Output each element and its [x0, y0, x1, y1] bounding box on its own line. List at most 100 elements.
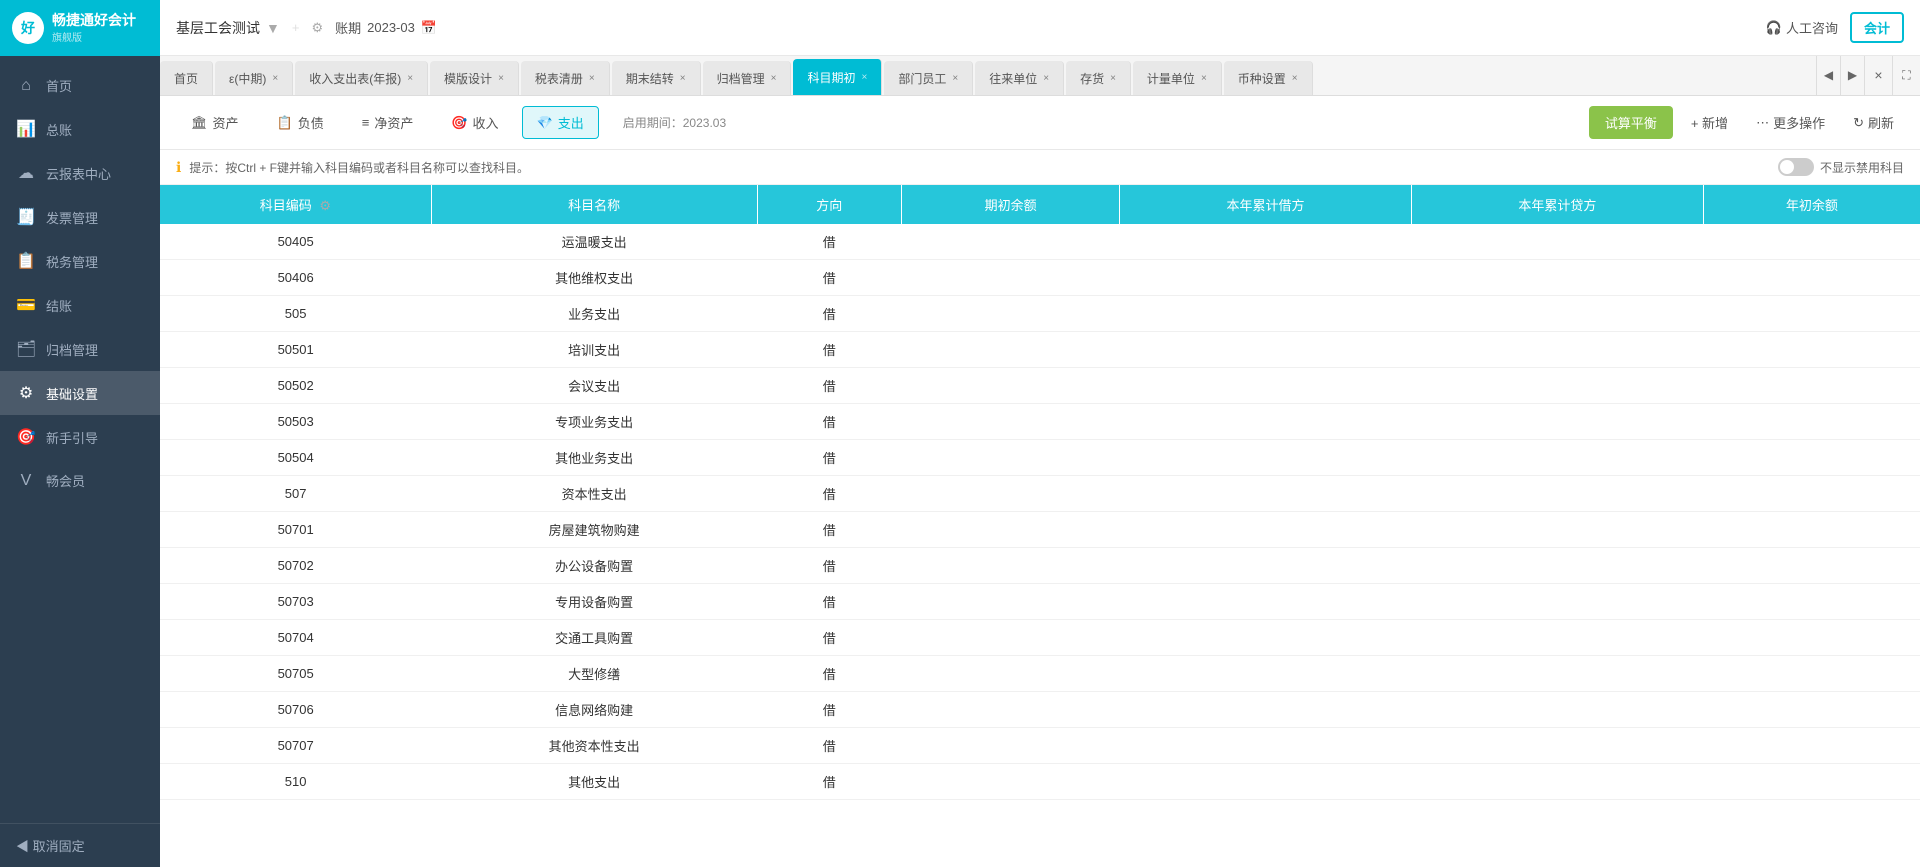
cell-name-2: 业务支出	[431, 296, 757, 332]
sidebar-item-6[interactable]: 🗂归档管理	[0, 327, 160, 371]
subtab-income[interactable]: 🎯 收入	[436, 106, 513, 139]
tab-inventory-close[interactable]: ×	[1110, 73, 1116, 84]
table-row[interactable]: 50503 专项业务支出 借	[160, 404, 1920, 440]
tab-midterm[interactable]: ε(中期) ×	[215, 61, 293, 95]
tab-home[interactable]: 首页	[160, 61, 213, 95]
tab-template-close[interactable]: ×	[498, 73, 504, 84]
tab-close-all[interactable]: ×	[1864, 56, 1892, 95]
table-row[interactable]: 50707 其他资本性支出 借	[160, 728, 1920, 764]
logo-area: 好 畅捷通好会计 旗舰版	[0, 0, 160, 56]
tab-subject-init[interactable]: 科目期初 ×	[793, 59, 882, 95]
cell-direction-7: 借	[757, 476, 901, 512]
sidebar-item-label-2: 云报表中心	[46, 164, 111, 183]
sidebar-item-8[interactable]: 🎯新手引导	[0, 415, 160, 459]
cell-year-balance-2	[1703, 296, 1920, 332]
table-row[interactable]: 50406 其他维权支出 借	[160, 260, 1920, 296]
col-code-gear-icon[interactable]: ⚙	[319, 198, 331, 213]
cell-period-balance-3	[902, 332, 1120, 368]
refresh-button[interactable]: ↻ 刷新	[1843, 107, 1904, 138]
tab-inventory[interactable]: 存货 ×	[1066, 61, 1131, 95]
table-row[interactable]: 50703 专用设备购置 借	[160, 584, 1920, 620]
tab-contacts[interactable]: 往来单位 ×	[975, 61, 1064, 95]
tab-contacts-close[interactable]: ×	[1043, 73, 1049, 84]
subtab-expense[interactable]: 💎 支出	[522, 106, 599, 139]
sidebar-item-label-1: 总账	[46, 120, 72, 139]
table-row[interactable]: 50701 房屋建筑物购建 借	[160, 512, 1920, 548]
cell-code-15: 510	[160, 764, 431, 800]
cell-period-balance-5	[902, 404, 1120, 440]
cell-ytd-debit-9	[1120, 548, 1412, 584]
col-code: 科目编码 ⚙	[160, 185, 431, 224]
table-row[interactable]: 507 资本性支出 借	[160, 476, 1920, 512]
tab-unit[interactable]: 计量单位 ×	[1133, 61, 1222, 95]
tab-dept-close[interactable]: ×	[952, 73, 958, 84]
table-row[interactable]: 50501 培训支出 借	[160, 332, 1920, 368]
cell-code-0: 50405	[160, 224, 431, 260]
cell-ytd-debit-4	[1120, 368, 1412, 404]
table-row[interactable]: 50702 办公设备购置 借	[160, 548, 1920, 584]
tab-taxform[interactable]: 税表清册 ×	[521, 61, 610, 95]
tab-currency-close[interactable]: ×	[1292, 73, 1298, 84]
cell-year-balance-0	[1703, 224, 1920, 260]
tab-dept[interactable]: 部门员工 ×	[884, 61, 973, 95]
sidebar-item-2[interactable]: ☁云报表中心	[0, 151, 160, 195]
subtab-assets[interactable]: 🏛 资产	[176, 106, 254, 139]
period-label: 账期	[335, 18, 361, 37]
tab-unit-close[interactable]: ×	[1201, 73, 1207, 84]
subtab-liabilities[interactable]: 📋 负债	[262, 106, 339, 139]
sidebar-footer[interactable]: ◀ 取消固定	[0, 823, 160, 867]
tab-currency[interactable]: 币种设置 ×	[1224, 61, 1313, 95]
calendar-icon[interactable]: 📅	[421, 20, 437, 36]
user-role-button[interactable]: 会计	[1850, 12, 1904, 43]
sidebar-item-4[interactable]: 📋税务管理	[0, 239, 160, 283]
table-row[interactable]: 50405 运温暖支出 借	[160, 224, 1920, 260]
tab-annual-close[interactable]: ×	[407, 73, 413, 84]
sidebar-item-3[interactable]: 🧾发票管理	[0, 195, 160, 239]
topbar-actions: 🎧 人工咨询 会计	[1766, 12, 1904, 43]
cell-code-1: 50406	[160, 260, 431, 296]
balance-button[interactable]: 试算平衡	[1589, 106, 1673, 139]
tab-archive[interactable]: 归档管理 ×	[703, 61, 792, 95]
tab-expand[interactable]: ⛶	[1892, 56, 1920, 95]
period-display: 启用期间：2023.03	[623, 114, 726, 131]
toggle-control[interactable]	[1778, 158, 1814, 176]
sidebar-item-0[interactable]: ⌂首页	[0, 64, 160, 107]
cell-year-balance-13	[1703, 692, 1920, 728]
add-button[interactable]: + 新增	[1681, 107, 1738, 138]
tab-taxform-close[interactable]: ×	[589, 73, 595, 84]
table-row[interactable]: 505 业务支出 借	[160, 296, 1920, 332]
tab-prev-arrow[interactable]: ◀	[1816, 56, 1840, 95]
table-row[interactable]: 510 其他支出 借	[160, 764, 1920, 800]
sidebar-footer-label: ◀ 取消固定	[16, 836, 85, 855]
help-button[interactable]: 🎧 人工咨询	[1766, 18, 1838, 37]
sidebar-item-5[interactable]: 💳结账	[0, 283, 160, 327]
tab-archive-close[interactable]: ×	[771, 73, 777, 84]
table-row[interactable]: 50705 大型修缮 借	[160, 656, 1920, 692]
cell-code-7: 507	[160, 476, 431, 512]
cell-name-12: 大型修缮	[431, 656, 757, 692]
sidebar-item-9[interactable]: V畅会员	[0, 459, 160, 502]
table-row[interactable]: 50504 其他业务支出 借	[160, 440, 1920, 476]
company-selector[interactable]: 基层工会测试 ▼	[176, 18, 280, 38]
toggle-disabled-switch[interactable]: 不显示禁用科目	[1778, 158, 1904, 176]
table-row[interactable]: 50704 交通工具购置 借	[160, 620, 1920, 656]
tab-subject-init-close[interactable]: ×	[862, 72, 868, 83]
cell-name-6: 其他业务支出	[431, 440, 757, 476]
cell-ytd-debit-10	[1120, 584, 1412, 620]
tab-midterm-close[interactable]: ×	[272, 73, 278, 84]
table-row[interactable]: 50502 会议支出 借	[160, 368, 1920, 404]
settings-icon[interactable]: ⚙	[311, 20, 323, 36]
tab-yearend[interactable]: 期末结转 ×	[612, 61, 701, 95]
cell-ytd-credit-9	[1411, 548, 1703, 584]
sidebar-item-1[interactable]: 📊总账	[0, 107, 160, 151]
tab-annual[interactable]: 收入支出表(年报) ×	[295, 61, 428, 95]
sidebar-item-7[interactable]: ⚙基础设置	[0, 371, 160, 415]
assets-icon: 🏛	[191, 115, 208, 131]
more-button[interactable]: ⋯ 更多操作	[1746, 107, 1835, 138]
tab-next-arrow[interactable]: ▶	[1840, 56, 1864, 95]
tab-template[interactable]: 模版设计 ×	[430, 61, 519, 95]
tab-yearend-close[interactable]: ×	[680, 73, 686, 84]
table-row[interactable]: 50706 信息网络购建 借	[160, 692, 1920, 728]
subtab-netassets[interactable]: ≡ 净资产	[347, 106, 429, 139]
tabbar: 首页 ε(中期) × 收入支出表(年报) × 模版设计 × 税表清册 × 期末结…	[160, 56, 1920, 96]
